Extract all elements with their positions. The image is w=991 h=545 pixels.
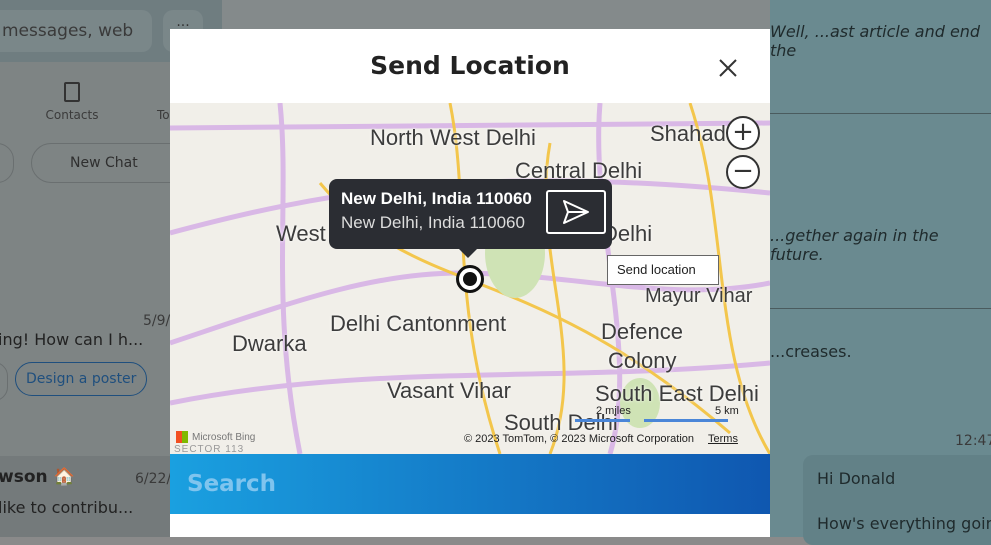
divider <box>770 308 991 309</box>
chat-date: 6/22/ <box>135 471 172 487</box>
location-search-input[interactable]: Search <box>170 454 770 514</box>
map-label: Delhi Cantonment <box>330 311 507 336</box>
chat-name: wson 🏠 <box>0 467 75 487</box>
suggestion-design-poster[interactable]: Design a poster <box>15 362 148 396</box>
filter-button[interactable] <box>0 143 14 183</box>
suggestion-chip[interactable] <box>0 362 8 401</box>
map-label: Defence <box>601 319 683 344</box>
map-label: West <box>276 221 326 246</box>
microsoft-logo-icon <box>176 431 188 443</box>
scale-bar-miles <box>575 419 630 422</box>
close-icon[interactable] <box>716 56 740 80</box>
bubble-line: How's everything going <box>817 514 991 533</box>
contacts-label: Contacts <box>45 108 99 122</box>
nav-today[interactable]: To <box>157 108 170 122</box>
message-line: Well, ...ast article and end the <box>770 22 981 60</box>
map-label: North West Delhi <box>370 125 536 150</box>
divider <box>770 113 991 114</box>
location-popup: New Delhi, India 110060 New Delhi, India… <box>329 179 612 258</box>
scale-bar-km <box>644 419 728 422</box>
map[interactable]: North West Delhi Central Delhi Shahad We… <box>170 103 770 454</box>
zoom-out-button[interactable]: − <box>726 155 760 189</box>
map-label: Dwarka <box>232 331 307 356</box>
chat-preview: like to contribu... <box>0 498 134 517</box>
location-pin-icon[interactable] <box>456 265 484 293</box>
message-bubble: Hi Donald How's everything going <box>803 455 991 545</box>
map-label-sector: SECTOR 113 <box>174 444 245 454</box>
send-location-button[interactable] <box>546 190 606 234</box>
send-icon <box>563 200 589 224</box>
search-input[interactable]: messages, web <box>0 10 152 52</box>
scale-miles: 2 miles <box>596 405 631 417</box>
new-chat-label: New Chat <box>70 155 138 171</box>
bubble-line: Hi Donald <box>817 469 896 488</box>
map-label: Vasant Vihar <box>387 378 511 403</box>
zoom-in-button[interactable]: + <box>726 116 760 150</box>
map-label: Colony <box>608 348 677 373</box>
map-label: Shahad <box>650 121 726 146</box>
map-label: South East Delhi <box>595 381 759 406</box>
message-time: 12:47 <box>955 433 991 449</box>
dialog-title: Send Location <box>370 51 570 80</box>
scale-km: 5 km <box>715 405 739 417</box>
chat-preview[interactable]: ing! How can I h... <box>0 330 143 349</box>
terms-link[interactable]: Terms <box>708 433 738 445</box>
send-location-dialog: Send Location North West Delhi Central D… <box>170 29 770 537</box>
bing-brand: Microsoft Bing <box>192 432 256 443</box>
message-line: ...gether again in the future. <box>770 226 939 264</box>
map-label: Mayur Vihar <box>645 285 753 307</box>
contacts-icon <box>64 82 80 102</box>
nav-contacts[interactable]: Contacts <box>40 82 104 122</box>
map-attribution: © 2023 TomTom, © 2023 Microsoft Corporat… <box>464 433 695 445</box>
chat-date: 5/9/ <box>143 313 171 329</box>
message-line: ...creases. <box>770 342 852 361</box>
send-location-tooltip: Send location <box>607 255 719 285</box>
